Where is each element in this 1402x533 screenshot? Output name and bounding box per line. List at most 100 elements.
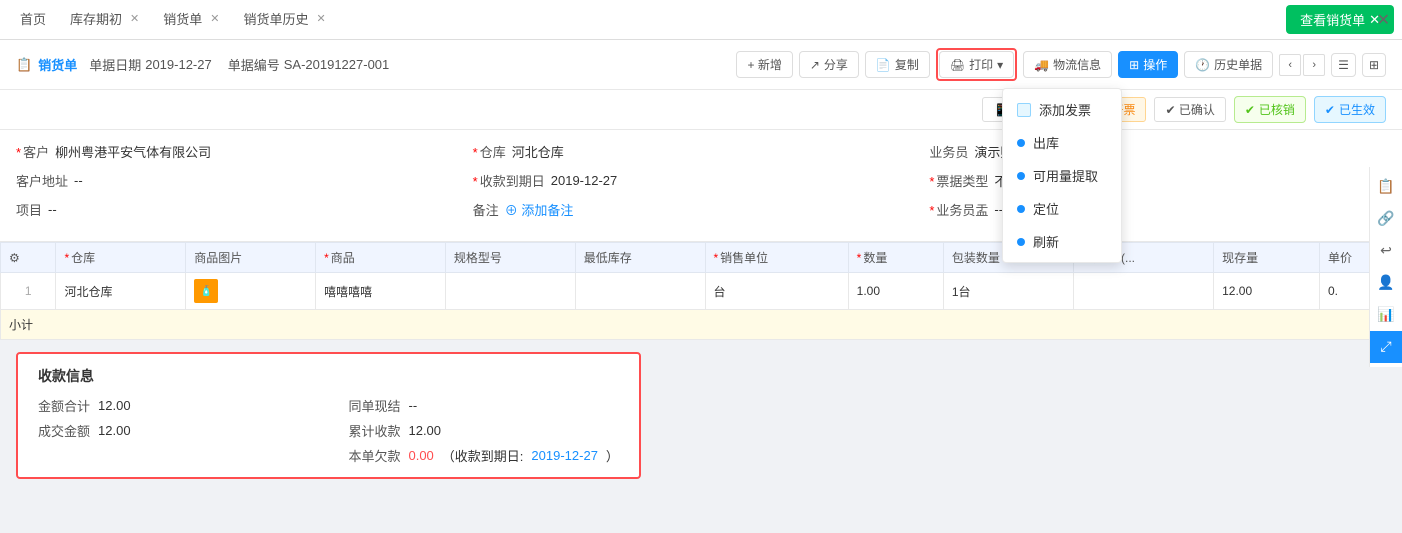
window-close-icon[interactable]: ✕ <box>1377 10 1390 30</box>
project-value: -- <box>48 202 57 217</box>
total-amount-row: 金额合计 12.00 <box>38 396 308 415</box>
same-order-row: 同单现结 -- <box>348 396 618 415</box>
tab-sales-label: 销货单 <box>163 9 202 28</box>
voided-badge[interactable]: ✔ 已核销 <box>1234 96 1306 123</box>
note-add-link[interactable]: ⊕ 添加备注 <box>505 200 574 219</box>
col-settings[interactable]: ⚙ <box>1 243 56 273</box>
col-warehouse: 仓库 <box>56 243 186 273</box>
confirm-button[interactable]: ✔ 已确认 <box>1154 97 1225 122</box>
dropdown-refresh[interactable]: 刷新 <box>1003 225 1121 258</box>
doc-header: 📋 销货单 单据日期 2019-12-27 单据编号 SA-20191227-0… <box>0 40 1402 90</box>
tab-history-label: 销货单历史 <box>243 9 308 28</box>
doc-date-label: 单据日期 <box>89 55 141 74</box>
customer-label: 客户 <box>16 142 49 161</box>
outbound-label: 出库 <box>1033 133 1059 152</box>
col-spec: 规格型号 <box>445 243 575 273</box>
dropdown-locate[interactable]: 定位 <box>1003 192 1121 225</box>
deal-value: 12.00 <box>98 423 131 438</box>
share-button[interactable]: ↗ 分享 <box>799 51 859 78</box>
nav-prev-button[interactable]: ‹ <box>1279 54 1301 76</box>
project-label: 项目 <box>16 200 42 219</box>
tab-sales-history[interactable]: 销货单历史 ✕ <box>231 0 337 40</box>
refresh-label: 刷新 <box>1033 232 1059 251</box>
row-stock: 12.00 <box>1214 273 1320 310</box>
tab-sales-close[interactable]: ✕ <box>210 12 219 25</box>
tab-home-label: 首页 <box>20 9 46 28</box>
customer-value: 柳州粤港平安气体有限公司 <box>55 142 211 161</box>
doc-icon: 📋 <box>16 57 32 73</box>
subtotal-row: 小计 <box>1 310 1402 340</box>
product-thumbnail: 🧴 <box>194 279 218 303</box>
logistics-button[interactable]: 🚚 物流信息 <box>1023 51 1112 78</box>
due-date-field: 收款到期日 2019-12-27 <box>473 171 930 190</box>
effective-check-icon: ✔ <box>1325 103 1335 117</box>
right-icon-panel: 📋 🔗 ↩ 👤 📊 ⤢ <box>1369 167 1402 367</box>
nav-next-button[interactable]: › <box>1303 54 1325 76</box>
col-product: 商品 <box>316 243 446 273</box>
same-order-label: 同单现结 <box>348 396 400 415</box>
print-dropdown-arrow[interactable]: ▾ <box>997 58 1003 72</box>
right-icon-link[interactable]: 🔗 <box>1370 203 1402 235</box>
right-icon-user[interactable]: 👤 <box>1370 267 1402 299</box>
employee2-field: 业务员盂 -- <box>929 200 1386 219</box>
doc-number-label: 单据编号 <box>228 55 280 74</box>
col-unit: 销售单位 <box>705 243 848 273</box>
project-field: 项目 -- <box>16 200 473 219</box>
customer-field: 客户 柳州粤港平安气体有限公司 <box>16 142 473 161</box>
row-spec <box>445 273 575 310</box>
layout-list-button[interactable]: ☰ <box>1331 53 1356 77</box>
warehouse-label: 仓库 <box>473 142 506 161</box>
history-label: 历史单据 <box>1214 56 1262 73</box>
ticket-field: 票据类型 不开票 <box>929 171 1386 190</box>
cumulative-value: 12.00 <box>408 423 441 438</box>
total-label: 金额合计 <box>38 396 90 415</box>
logistics-label: 物流信息 <box>1053 56 1101 73</box>
right-icon-chart[interactable]: 📊 <box>1370 299 1402 331</box>
dropdown-add-invoice[interactable]: 添加发票 <box>1003 93 1121 126</box>
cumulative-label: 累计收款 <box>348 421 400 440</box>
history-button[interactable]: 🕐 历史单据 <box>1184 51 1273 78</box>
doc-toolbar: + 新增 ↗ 分享 📄 复制 🖨 打印 ▾ 🚚 物流信息 <box>736 48 1386 81</box>
layout-grid-button[interactable]: ⊞ <box>1362 53 1386 77</box>
right-icon-expand[interactable]: ⤢ <box>1370 331 1402 363</box>
cumulative-row: 累计收款 12.00 <box>348 421 618 440</box>
tab-sales-order[interactable]: 销货单 ✕ <box>151 0 231 40</box>
operate-button[interactable]: ⊞ 操作 <box>1118 51 1178 78</box>
tab-history-close[interactable]: ✕ <box>317 12 326 25</box>
outbound-icon <box>1017 139 1025 147</box>
right-icon-clipboard[interactable]: 📋 <box>1370 171 1402 203</box>
operate-label: 操作 <box>1143 56 1167 73</box>
tab-home[interactable]: 首页 <box>8 0 58 40</box>
operate-grid-icon: ⊞ <box>1129 58 1139 72</box>
new-label: + 新增 <box>747 56 781 73</box>
effective-badge[interactable]: ✔ 已生效 <box>1314 96 1386 123</box>
operate-dropdown: 添加发票 出库 可用量提取 定位 刷新 <box>1002 88 1122 263</box>
tab-inventory-close[interactable]: ✕ <box>130 12 139 25</box>
tab-inventory-init[interactable]: 库存期初 ✕ <box>58 0 151 40</box>
right-icon-undo[interactable]: ↩ <box>1370 235 1402 267</box>
print-icon: 🖨 <box>950 58 965 72</box>
due-note-part2: ） <box>606 446 619 465</box>
layout-grid-icon: ⊞ <box>1369 58 1379 72</box>
note-plus-icon: ⊕ <box>505 203 518 218</box>
copy-label: 复制 <box>895 56 919 73</box>
dropdown-available-qty[interactable]: 可用量提取 <box>1003 159 1121 192</box>
table-header-row: ⚙ 仓库 商品图片 商品 规格型号 最低库存 销售单位 数量 包装数量 可用量 … <box>1 243 1402 273</box>
new-button[interactable]: + 新增 <box>736 51 792 78</box>
doc-number-field: 单据编号 SA-20191227-001 <box>228 55 390 74</box>
available-qty-icon <box>1017 172 1025 180</box>
summary-title: 收款信息 <box>38 366 619 386</box>
row-qty: 1.00 <box>848 273 943 310</box>
doc-number-value: SA-20191227-001 <box>284 57 390 72</box>
copy-button[interactable]: 📄 复制 <box>865 51 930 78</box>
employee-label: 业务员 <box>929 142 968 161</box>
add-invoice-icon <box>1017 103 1031 117</box>
available-qty-label: 可用量提取 <box>1033 166 1098 185</box>
row-warehouse: 河北仓库 <box>56 273 186 310</box>
dropdown-outbound[interactable]: 出库 <box>1003 126 1121 159</box>
col-stock: 现存量 <box>1214 243 1320 273</box>
copy-icon: 📄 <box>876 58 891 72</box>
view-sales-label: 查看销货单 <box>1300 10 1365 29</box>
print-button[interactable]: 🖨 打印 ▾ <box>939 51 1014 78</box>
doc-type-title: 📋 销货单 <box>16 55 77 74</box>
